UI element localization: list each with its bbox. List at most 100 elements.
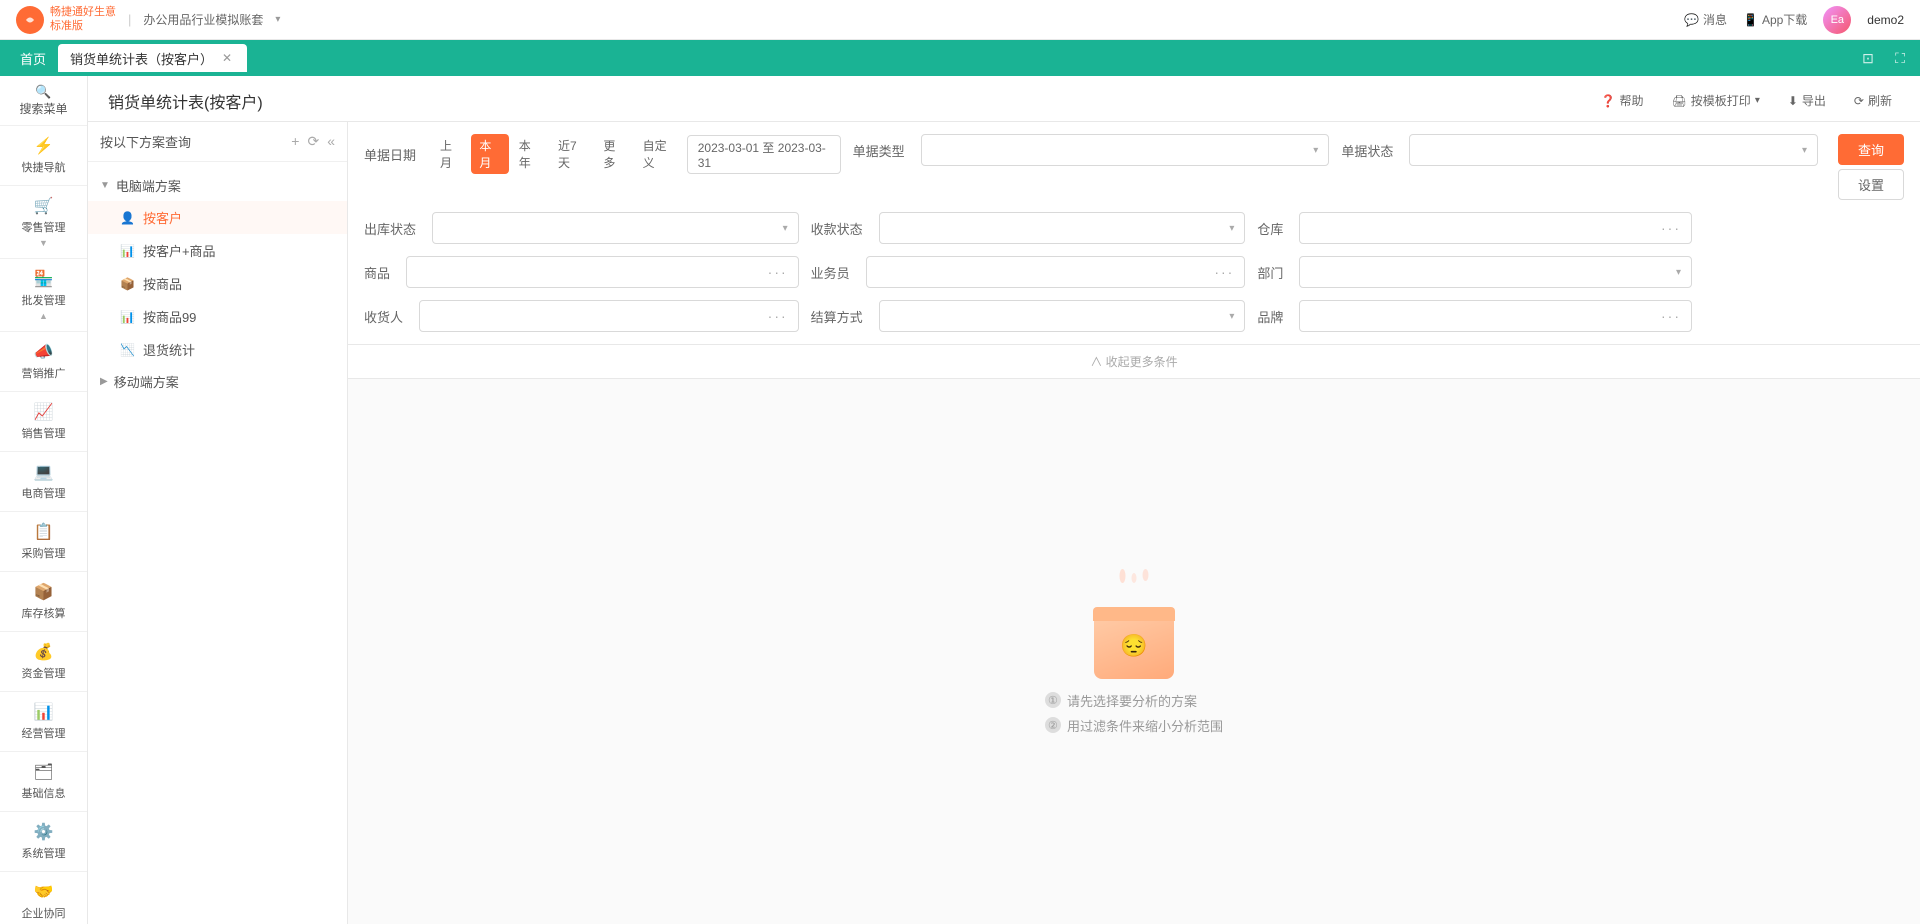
query-btn[interactable]: 查询 xyxy=(1838,134,1904,165)
filter-doc-type-label: 单据类型 xyxy=(853,141,905,160)
receipt-status-arrow-icon: ▾ xyxy=(1229,223,1234,234)
sidebar-search[interactable]: 🔍 搜索菜单 xyxy=(0,76,87,126)
message-icon: 💬 xyxy=(1684,13,1699,27)
message-btn[interactable]: 💬 消息 xyxy=(1684,11,1727,28)
scheme-group-mobile-header[interactable]: ▶ 移动端方案 xyxy=(88,366,347,397)
scheme-refresh-icon[interactable]: ⟳ xyxy=(307,133,319,150)
main-layout: 🔍 搜索菜单 ⚡ 快捷导航 🛒 零售管理 ▼ 🏪 批发管理 ▲ 📣 营销推广 📈… xyxy=(0,76,1920,924)
date-value-display[interactable]: 2023-03-01 至 2023-03-31 xyxy=(687,135,841,174)
date-tab-last-7[interactable]: 近7天 xyxy=(550,134,593,174)
date-tab-this-month[interactable]: 本月 xyxy=(471,134,508,174)
out-status-arrow-icon: ▾ xyxy=(783,223,788,234)
page-actions: ❓ 帮助 🖨 按模板打印 ▾ ⬇ 导出 ⟳ 刷新 xyxy=(1593,88,1900,113)
doc-type-arrow-icon: ▾ xyxy=(1313,145,1318,156)
user-name: demo2 xyxy=(1867,13,1904,27)
query-actions: 查询 设置 xyxy=(1838,134,1904,200)
filter-receiver-label: 收货人 xyxy=(364,307,403,326)
empty-tip-2: ② 用过滤条件来缩小分析范围 xyxy=(1045,716,1223,735)
basic-icon: 🗂 xyxy=(33,762,53,782)
scheme-by-customer-goods-icon: 📊 xyxy=(120,244,135,258)
date-tab-more[interactable]: 更多 xyxy=(595,134,632,174)
search-menu-label[interactable]: 搜索菜单 xyxy=(6,100,81,117)
sidebar-item-retail[interactable]: 🛒 零售管理 ▼ xyxy=(0,186,87,259)
download-icon: 📱 xyxy=(1743,13,1758,27)
header-right: 💬 消息 📱 App下载 Ea demo2 xyxy=(1684,6,1904,34)
sidebar-item-system[interactable]: ⚙️ 系统管理 xyxy=(0,812,87,872)
scheme-add-icon[interactable]: + xyxy=(291,133,299,150)
filter-brand-control[interactable]: ··· xyxy=(1299,300,1692,332)
system-icon: ⚙️ xyxy=(34,822,54,842)
scheme-item-by-customer[interactable]: 👤 按客户 xyxy=(88,201,347,234)
filter-doc-type-control[interactable]: ▾ xyxy=(921,134,1330,166)
scheme-group-mobile: ▶ 移动端方案 xyxy=(88,366,347,397)
avatar: Ea xyxy=(1823,6,1851,34)
sidebar-item-marketing[interactable]: 📣 营销推广 xyxy=(0,332,87,392)
quicknav-icon: ⚡ xyxy=(34,136,54,156)
sidebar-item-inventory[interactable]: 📦 库存核算 xyxy=(0,572,87,632)
page-header: 销货单统计表(按客户) ❓ 帮助 🖨 按模板打印 ▾ ⬇ 导出 ⟳ 刷新 xyxy=(88,76,1920,122)
filter-warehouse-control[interactable]: ··· xyxy=(1299,212,1692,244)
scheme-collapse-icon[interactable]: « xyxy=(327,133,335,150)
sidebar-item-purchase[interactable]: 📋 采购管理 xyxy=(0,512,87,572)
sidebar-item-operations[interactable]: 📊 经营管理 xyxy=(0,692,87,752)
tab-close-icon[interactable]: ✕ xyxy=(219,50,235,66)
date-tab-last-month[interactable]: 上月 xyxy=(432,134,469,174)
page-title: 销货单统计表(按客户) xyxy=(108,89,263,113)
app-download-btn[interactable]: 📱 App下载 xyxy=(1743,11,1807,28)
scheme-item-by-goods-99[interactable]: 📊 按商品99 xyxy=(88,300,347,333)
scheme-by-customer-icon: 👤 xyxy=(120,211,135,225)
scheme-item-return-stat[interactable]: 📉 退货统计 xyxy=(88,333,347,366)
filter-department-control[interactable]: ▾ xyxy=(1299,256,1692,288)
department-arrow-icon: ▾ xyxy=(1676,267,1681,278)
date-tab-custom[interactable]: 自定义 xyxy=(635,134,683,174)
filter-receipt-status-label: 收款状态 xyxy=(811,219,863,238)
sidebar-item-sales[interactable]: 📈 销售管理 xyxy=(0,392,87,452)
filter-settlement-control[interactable]: ▾ xyxy=(879,300,1246,332)
settlement-arrow-icon: ▾ xyxy=(1229,311,1234,322)
scheme-by-goods-icon: 📦 xyxy=(120,277,135,291)
sidebar-item-cooperation[interactable]: 🤝 企业协同 xyxy=(0,872,87,924)
scheme-panel-title: 按以下方案查询 xyxy=(100,132,191,151)
settings-btn[interactable]: 设置 xyxy=(1838,169,1904,200)
inner-layout: 按以下方案查询 + ⟳ « ▼ 电脑端方案 xyxy=(88,122,1920,924)
sales-icon: 📈 xyxy=(34,402,54,422)
filter-out-status-control[interactable]: ▾ xyxy=(432,212,799,244)
filter-out-status-label: 出库状态 xyxy=(364,219,416,238)
header-left: 畅捷通好生意 标准版 | 办公用品行业模拟账套 ▾ xyxy=(16,6,280,34)
tab-restore-icon[interactable]: ⊡ xyxy=(1856,46,1880,70)
warehouse-dots-icon: ··· xyxy=(1661,220,1681,236)
scheme-group-arrow-down: ▼ xyxy=(100,180,110,191)
sidebar-item-basic[interactable]: 🗂 基础信息 xyxy=(0,752,87,812)
scheme-return-stat-icon: 📉 xyxy=(120,343,135,357)
sidebar-item-finance[interactable]: 💰 资金管理 xyxy=(0,632,87,692)
logo-text: 畅捷通好生意 标准版 xyxy=(50,6,116,32)
filter-date-label: 单据日期 xyxy=(364,145,416,164)
filter-doc-status-control[interactable]: ▾ xyxy=(1409,134,1818,166)
scheme-item-by-goods[interactable]: 📦 按商品 xyxy=(88,267,347,300)
sidebar-item-wholesale[interactable]: 🏪 批发管理 ▲ xyxy=(0,259,87,332)
filter-warehouse-label: 仓库 xyxy=(1257,219,1283,238)
scheme-item-by-customer-goods[interactable]: 📊 按客户+商品 xyxy=(88,234,347,267)
sidebar-item-ecommerce[interactable]: 💻 电商管理 xyxy=(0,452,87,512)
filter-receiver-control[interactable]: ··· xyxy=(419,300,799,332)
filter-salesperson-control[interactable]: ··· xyxy=(866,256,1246,288)
scheme-group-desktop-header[interactable]: ▼ 电脑端方案 xyxy=(88,170,347,201)
tab-sales-stat[interactable]: 销货单统计表（按客户） ✕ xyxy=(58,44,247,72)
tab-home[interactable]: 首页 xyxy=(8,44,58,72)
wholesale-icon: 🏪 xyxy=(34,269,54,289)
filter-goods-control[interactable]: ··· xyxy=(406,256,799,288)
sidebar-item-quicknav[interactable]: ⚡ 快捷导航 xyxy=(0,126,87,186)
help-btn[interactable]: ❓ 帮助 xyxy=(1593,88,1652,113)
empty-tip-1: ① 请先选择要分析的方案 xyxy=(1045,691,1197,710)
date-tab-this-year[interactable]: 本年 xyxy=(511,134,548,174)
tab-maximize-icon[interactable]: ⛶ xyxy=(1888,46,1912,70)
filter-goods-label: 商品 xyxy=(364,263,390,282)
export-btn[interactable]: ⬇ 导出 xyxy=(1780,88,1834,113)
help-icon: ❓ xyxy=(1601,94,1616,108)
collapse-bar[interactable]: ∧ 收起更多条件 xyxy=(348,345,1920,379)
refresh-btn[interactable]: ⟳ 刷新 xyxy=(1846,88,1900,113)
tab-bar: 首页 销货单统计表（按客户） ✕ ⊡ ⛶ xyxy=(0,40,1920,76)
app-dropdown-arrow[interactable]: ▾ xyxy=(275,14,280,25)
filter-receipt-status-control[interactable]: ▾ xyxy=(879,212,1246,244)
print-btn[interactable]: 🖨 按模板打印 ▾ xyxy=(1664,88,1768,113)
